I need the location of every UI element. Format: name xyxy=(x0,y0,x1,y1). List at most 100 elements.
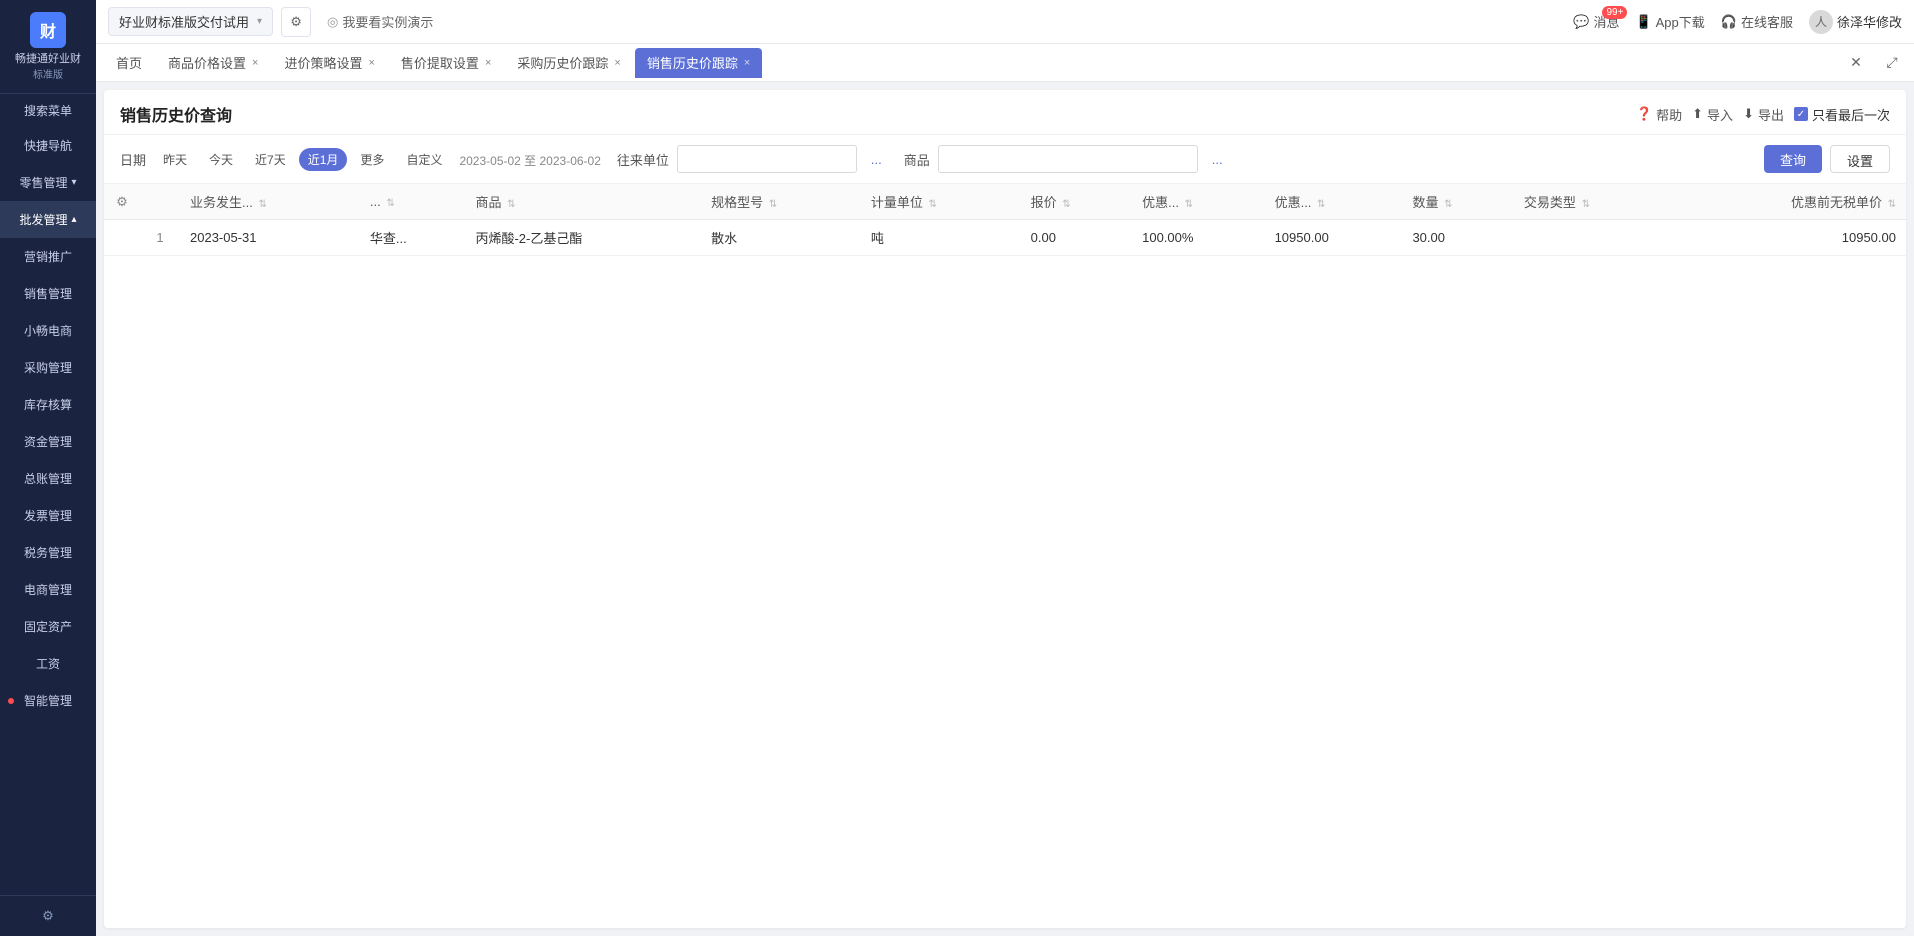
online-service-label: 在线客服 xyxy=(1741,12,1793,31)
export-btn[interactable]: ⬇ 导出 xyxy=(1743,105,1784,124)
filter-actions: 查询 设置 xyxy=(1764,145,1890,173)
col-unit-header[interactable]: 计量单位 ⇅ xyxy=(861,184,1021,220)
close-icon[interactable]: × xyxy=(744,57,750,69)
sidebar-item-retail[interactable]: 零售管理 ▾ xyxy=(0,164,96,201)
close-icon[interactable]: × xyxy=(252,57,258,69)
col-num-header xyxy=(140,184,180,220)
col-price-header[interactable]: 报价 ⇅ xyxy=(1021,184,1132,220)
product-cell: 丙烯酸-2-乙基己酯 xyxy=(465,220,701,256)
close-icon[interactable]: × xyxy=(485,57,491,69)
col-product-header[interactable]: 商品 ⇅ xyxy=(465,184,701,220)
notifications-btn[interactable]: 💬 消息 99+ xyxy=(1573,12,1619,31)
table-row: 1 2023-05-31 华查... 丙烯酸-2-乙基己酯 散水 吨 0.00 … xyxy=(104,220,1906,256)
tab-home[interactable]: 首页 xyxy=(104,48,154,78)
date-btn-custom[interactable]: 自定义 xyxy=(397,148,451,171)
help-btn[interactable]: ❓ 帮助 xyxy=(1636,105,1682,124)
sidebar-item-fixed-assets[interactable]: 固定资产 xyxy=(0,608,96,645)
headset-icon: 🎧 xyxy=(1721,14,1737,30)
query-button[interactable]: 查询 xyxy=(1764,145,1822,173)
sidebar-item-finance[interactable]: 资金管理 xyxy=(0,423,96,460)
col-spec-header[interactable]: 规格型号 ⇅ xyxy=(701,184,861,220)
sidebar-item-payroll[interactable]: 工资 xyxy=(0,645,96,682)
col-discount2-header[interactable]: 优惠... ⇅ xyxy=(1265,184,1403,220)
product-label: 商品 xyxy=(904,150,930,169)
col-biz-date-header[interactable]: 业务发生... ⇅ xyxy=(180,184,360,220)
tab-purchase-strategy[interactable]: 进价策略设置 × xyxy=(272,48,386,78)
discount2-cell: 10950.00 xyxy=(1265,220,1403,256)
sidebar-item-sales-mgmt[interactable]: 销售管理 xyxy=(0,275,96,312)
app-download-btn[interactable]: 📱 App下载 xyxy=(1635,12,1704,31)
date-options: 昨天 今天 近7天 近1月 更多 自定义 xyxy=(154,148,451,171)
price-cell: 0.00 xyxy=(1021,220,1132,256)
col-discount1-header[interactable]: 优惠... ⇅ xyxy=(1132,184,1264,220)
sidebar-item-invoice[interactable]: 发票管理 xyxy=(0,497,96,534)
last-only-checkbox[interactable]: ✓ 只看最后一次 xyxy=(1794,105,1890,124)
online-service-btn[interactable]: 🎧 在线客服 xyxy=(1721,12,1793,31)
close-window-btn[interactable]: ✕ xyxy=(1842,49,1870,77)
col-pretax-price-header[interactable]: 优惠前无税单价 ⇅ xyxy=(1674,184,1906,220)
sort-icon: ⇅ xyxy=(1444,199,1452,210)
date-btn-last1month[interactable]: 近1月 xyxy=(299,148,348,171)
tab-label: 采购历史价跟踪 xyxy=(517,53,608,72)
row-num-cell: 1 xyxy=(140,220,180,256)
col-trade-type-header[interactable]: 交易类型 ⇅ xyxy=(1514,184,1674,220)
tab-sale-history[interactable]: 销售历史价跟踪 × xyxy=(635,48,762,78)
col-label: 报价 xyxy=(1031,195,1057,210)
user-menu[interactable]: 人 徐泽华修改 xyxy=(1809,10,1902,34)
import-icon: ⬆ xyxy=(1692,106,1703,122)
date-btn-last7[interactable]: 近7天 xyxy=(246,148,295,171)
product-more-btn[interactable]: ... xyxy=(1206,148,1229,171)
row-settings-cell xyxy=(104,220,140,256)
logo-text: 畅捷通好业财 xyxy=(15,52,81,66)
sidebar-item-label: 批发管理 xyxy=(19,211,67,228)
sidebar-item-tax[interactable]: 税务管理 xyxy=(0,534,96,571)
sidebar-item-ecommerce-light[interactable]: 小畅电商 xyxy=(0,312,96,349)
sidebar-item-quick-nav[interactable]: 快捷导航 xyxy=(0,127,96,164)
config-button[interactable]: ⚙ xyxy=(281,7,311,37)
sidebar-item-purchase[interactable]: 采购管理 xyxy=(0,349,96,386)
sidebar-item-smart-mgmt[interactable]: 智能管理 xyxy=(0,682,96,719)
tabs-controls: ✕ ⤢ xyxy=(1842,49,1906,77)
col-qty-header[interactable]: 数量 ⇅ xyxy=(1402,184,1513,220)
demo-btn[interactable]: ◎ 我要看实例演示 xyxy=(327,12,433,31)
tab-purchase-history[interactable]: 采购历史价跟踪 × xyxy=(505,48,632,78)
unit-cell: 吨 xyxy=(861,220,1021,256)
main-area: 好业财标准版交付试用 ▾ ⚙ ◎ 我要看实例演示 💬 消息 99+ 📱 App下… xyxy=(96,0,1914,936)
from-unit-more-btn[interactable]: ... xyxy=(865,148,888,171)
app-selector[interactable]: 好业财标准版交付试用 ▾ xyxy=(108,7,273,36)
tab-label: 商品价格设置 xyxy=(168,53,246,72)
sidebar-search[interactable]: 搜索菜单 xyxy=(0,94,96,127)
data-table: ⚙ 业务发生... ⇅ ... ⇅ 商品 ⇅ xyxy=(104,184,1906,256)
col3-header[interactable]: ... ⇅ xyxy=(360,184,466,220)
sidebar-item-ledger[interactable]: 总账管理 xyxy=(0,460,96,497)
tab-sale-extract[interactable]: 售价提取设置 × xyxy=(389,48,503,78)
date-filter-group: 日期 昨天 今天 近7天 近1月 更多 自定义 2023-05-02 至 202… xyxy=(120,148,601,171)
col-label: ... xyxy=(370,194,381,209)
avatar: 人 xyxy=(1809,10,1833,34)
sidebar-item-ecommerce[interactable]: 电商管理 xyxy=(0,571,96,608)
from-unit-input[interactable] xyxy=(677,145,857,173)
import-btn[interactable]: ⬆ 导入 xyxy=(1692,105,1733,124)
play-icon: ◎ xyxy=(327,14,338,30)
col-label: 数量 xyxy=(1412,195,1438,210)
sidebar-item-inventory[interactable]: 库存核算 xyxy=(0,386,96,423)
settings-button[interactable]: 设置 xyxy=(1830,145,1890,173)
page-title: 销售历史价查询 xyxy=(120,102,1636,126)
close-icon[interactable]: × xyxy=(614,57,620,69)
table-gear-icon[interactable]: ⚙ xyxy=(116,194,128,209)
from-unit-filter-group: 往来单位 ... xyxy=(617,145,888,173)
date-btn-more[interactable]: 更多 xyxy=(351,148,393,171)
sidebar-item-marketing[interactable]: 营销推广 xyxy=(0,238,96,275)
sidebar-settings-btn[interactable]: ⚙ xyxy=(0,895,96,936)
export-label: 导出 xyxy=(1758,105,1784,124)
date-btn-today[interactable]: 今天 xyxy=(200,148,242,171)
app-download-label: App下载 xyxy=(1656,12,1705,31)
product-input[interactable] xyxy=(938,145,1198,173)
close-icon[interactable]: × xyxy=(368,57,374,69)
biz-date-cell: 2023-05-31 xyxy=(180,220,360,256)
col-label: 优惠... xyxy=(1275,195,1312,210)
tab-product-price[interactable]: 商品价格设置 × xyxy=(156,48,270,78)
maximize-btn[interactable]: ⤢ xyxy=(1878,49,1906,77)
sidebar-item-wholesale[interactable]: 批发管理 ▴ xyxy=(0,201,96,238)
date-btn-yesterday[interactable]: 昨天 xyxy=(154,148,196,171)
